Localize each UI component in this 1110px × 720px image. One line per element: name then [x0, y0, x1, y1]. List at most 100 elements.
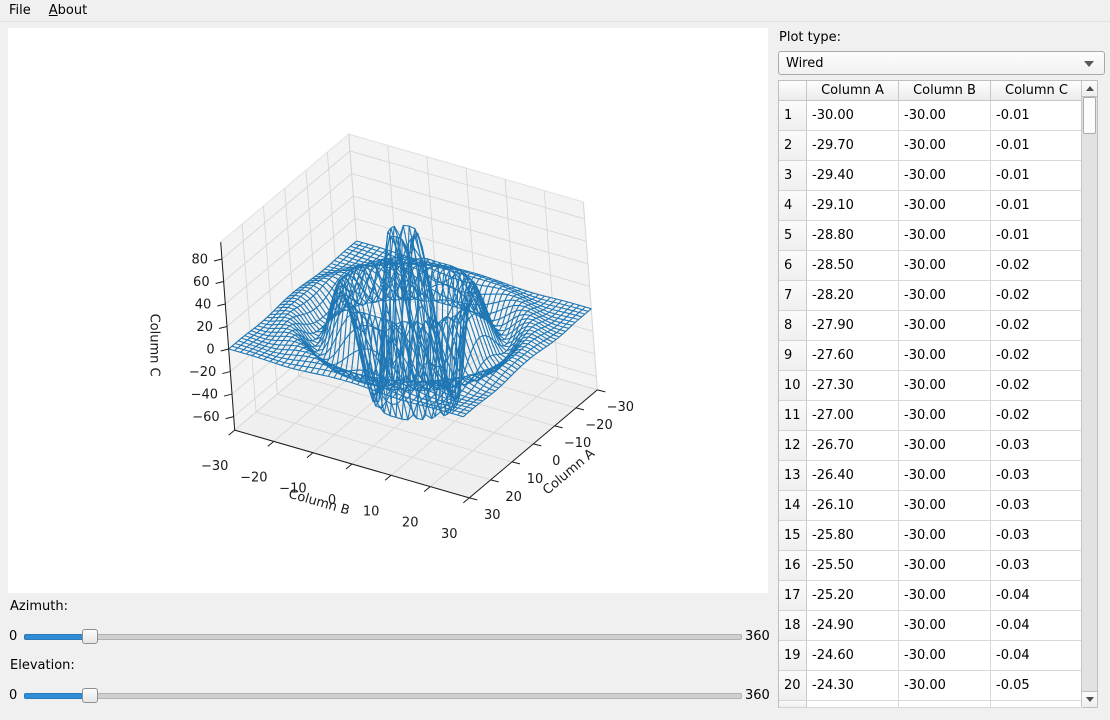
row-number[interactable]: 8	[779, 311, 807, 341]
cell-column-c[interactable]: -0.04	[991, 641, 1083, 671]
cell-column-a[interactable]: -30.00	[807, 101, 899, 131]
cell-column-b[interactable]: -30.00	[899, 251, 991, 281]
row-number[interactable]: 9	[779, 341, 807, 371]
row-number[interactable]: 20	[779, 671, 807, 701]
cell-column-b[interactable]: -30.00	[899, 431, 991, 461]
slider-track[interactable]	[24, 693, 742, 699]
elevation-slider[interactable]	[24, 688, 740, 703]
cell-column-a[interactable]: -26.40	[807, 461, 899, 491]
cell-column-a[interactable]: -24.60	[807, 641, 899, 671]
svg-text:−60: −60	[192, 410, 219, 425]
cell-column-b[interactable]: -30.00	[899, 401, 991, 431]
cell-column-c[interactable]: -0.01	[991, 131, 1083, 161]
row-number[interactable]: 12	[779, 431, 807, 461]
cell-column-a[interactable]: -25.20	[807, 581, 899, 611]
cell-column-a[interactable]: -27.30	[807, 371, 899, 401]
cell-column-b[interactable]: -30.00	[899, 461, 991, 491]
cell-column-a[interactable]: -29.10	[807, 191, 899, 221]
cell-column-b[interactable]: -30.00	[899, 221, 991, 251]
cell-column-b[interactable]: -30.00	[899, 281, 991, 311]
cell-column-c[interactable]: -0.02	[991, 341, 1083, 371]
cell-column-c[interactable]: -0.03	[991, 461, 1083, 491]
cell-column-b[interactable]: -30.00	[899, 101, 991, 131]
slider-track[interactable]	[24, 634, 742, 640]
slider-handle[interactable]	[82, 629, 98, 644]
cell-column-c[interactable]: -0.02	[991, 371, 1083, 401]
row-number[interactable]: 6	[779, 251, 807, 281]
column-header-1[interactable]: Column B	[899, 81, 991, 101]
cell-column-b[interactable]: -30.00	[899, 671, 991, 701]
cell-column-b[interactable]: -30.00	[899, 131, 991, 161]
plot-type-select[interactable]: Wired	[778, 51, 1105, 75]
column-header-2[interactable]: Column C	[991, 81, 1083, 101]
cell-column-a[interactable]: -26.70	[807, 431, 899, 461]
cell-column-c[interactable]: -0.02	[991, 251, 1083, 281]
scrollbar-thumb[interactable]	[1083, 97, 1096, 134]
row-number[interactable]: 19	[779, 641, 807, 671]
row-number[interactable]: 17	[779, 581, 807, 611]
table-corner[interactable]	[779, 81, 807, 101]
row-number[interactable]: 13	[779, 461, 807, 491]
cell-column-a[interactable]: -28.80	[807, 221, 899, 251]
row-number[interactable]: 15	[779, 521, 807, 551]
menu-item-file[interactable]: File	[0, 0, 40, 21]
cell-column-b[interactable]: -30.00	[899, 611, 991, 641]
cell-column-a[interactable]: -24.90	[807, 611, 899, 641]
row-number[interactable]: 1	[779, 101, 807, 131]
row-number[interactable]: 3	[779, 161, 807, 191]
cell-column-a[interactable]: -27.00	[807, 401, 899, 431]
cell-column-b[interactable]: -30.00	[899, 311, 991, 341]
cell-column-a[interactable]: -24.30	[807, 671, 899, 701]
cell-column-a[interactable]: -29.40	[807, 161, 899, 191]
menu-item-about[interactable]: About	[40, 0, 96, 21]
cell-column-c[interactable]: -0.02	[991, 281, 1083, 311]
cell-column-a[interactable]: -27.60	[807, 341, 899, 371]
cell-column-b[interactable]: -30.00	[899, 161, 991, 191]
row-number[interactable]: 10	[779, 371, 807, 401]
cell-column-b[interactable]: -30.00	[899, 581, 991, 611]
cell-column-a[interactable]: -28.20	[807, 281, 899, 311]
cell-column-a[interactable]: -25.80	[807, 521, 899, 551]
cell-column-c[interactable]: -0.01	[991, 221, 1083, 251]
column-header-0[interactable]: Column A	[807, 81, 899, 101]
table-scrollbar[interactable]	[1081, 81, 1097, 707]
row-number[interactable]: 11	[779, 401, 807, 431]
row-number[interactable]: 18	[779, 611, 807, 641]
cell-column-c[interactable]: -0.04	[991, 611, 1083, 641]
cell-column-a[interactable]: -29.70	[807, 131, 899, 161]
cell-column-a[interactable]: -26.10	[807, 491, 899, 521]
cell-column-c[interactable]: -0.03	[991, 551, 1083, 581]
cell-column-b[interactable]: -30.00	[899, 491, 991, 521]
slider-handle[interactable]	[82, 688, 98, 703]
cell-column-c[interactable]: -0.02	[991, 311, 1083, 341]
cell-column-c[interactable]: -0.01	[991, 161, 1083, 191]
cell-column-c[interactable]: -0.04	[991, 581, 1083, 611]
row-number[interactable]: 4	[779, 191, 807, 221]
cell-column-c[interactable]: -0.02	[991, 401, 1083, 431]
scroll-up-button[interactable]	[1082, 81, 1097, 97]
azimuth-slider[interactable]	[24, 629, 740, 644]
cell-column-c[interactable]: -0.01	[991, 191, 1083, 221]
row-number[interactable]: 5	[779, 221, 807, 251]
cell-column-b[interactable]: -30.00	[899, 341, 991, 371]
cell-column-c[interactable]: -0.03	[991, 431, 1083, 461]
row-number[interactable]: 16	[779, 551, 807, 581]
cell-column-b[interactable]: -30.00	[899, 191, 991, 221]
cell-column-b[interactable]: -30.00	[899, 521, 991, 551]
svg-text:30: 30	[441, 527, 458, 542]
row-number[interactable]: 14	[779, 491, 807, 521]
cell-column-c[interactable]: -0.03	[991, 521, 1083, 551]
row-number[interactable]: 2	[779, 131, 807, 161]
cell-column-a[interactable]: -27.90	[807, 311, 899, 341]
cell-column-c[interactable]: -0.03	[991, 491, 1083, 521]
table-row: 3-29.40-30.00-0.01	[779, 161, 1097, 191]
cell-column-b[interactable]: -30.00	[899, 641, 991, 671]
cell-column-b[interactable]: -30.00	[899, 551, 991, 581]
cell-column-a[interactable]: -28.50	[807, 251, 899, 281]
cell-column-c[interactable]: -0.01	[991, 101, 1083, 131]
cell-column-a[interactable]: -25.50	[807, 551, 899, 581]
row-number[interactable]: 7	[779, 281, 807, 311]
cell-column-b[interactable]: -30.00	[899, 371, 991, 401]
scroll-down-button[interactable]	[1082, 691, 1097, 707]
cell-column-c[interactable]: -0.05	[991, 671, 1083, 701]
